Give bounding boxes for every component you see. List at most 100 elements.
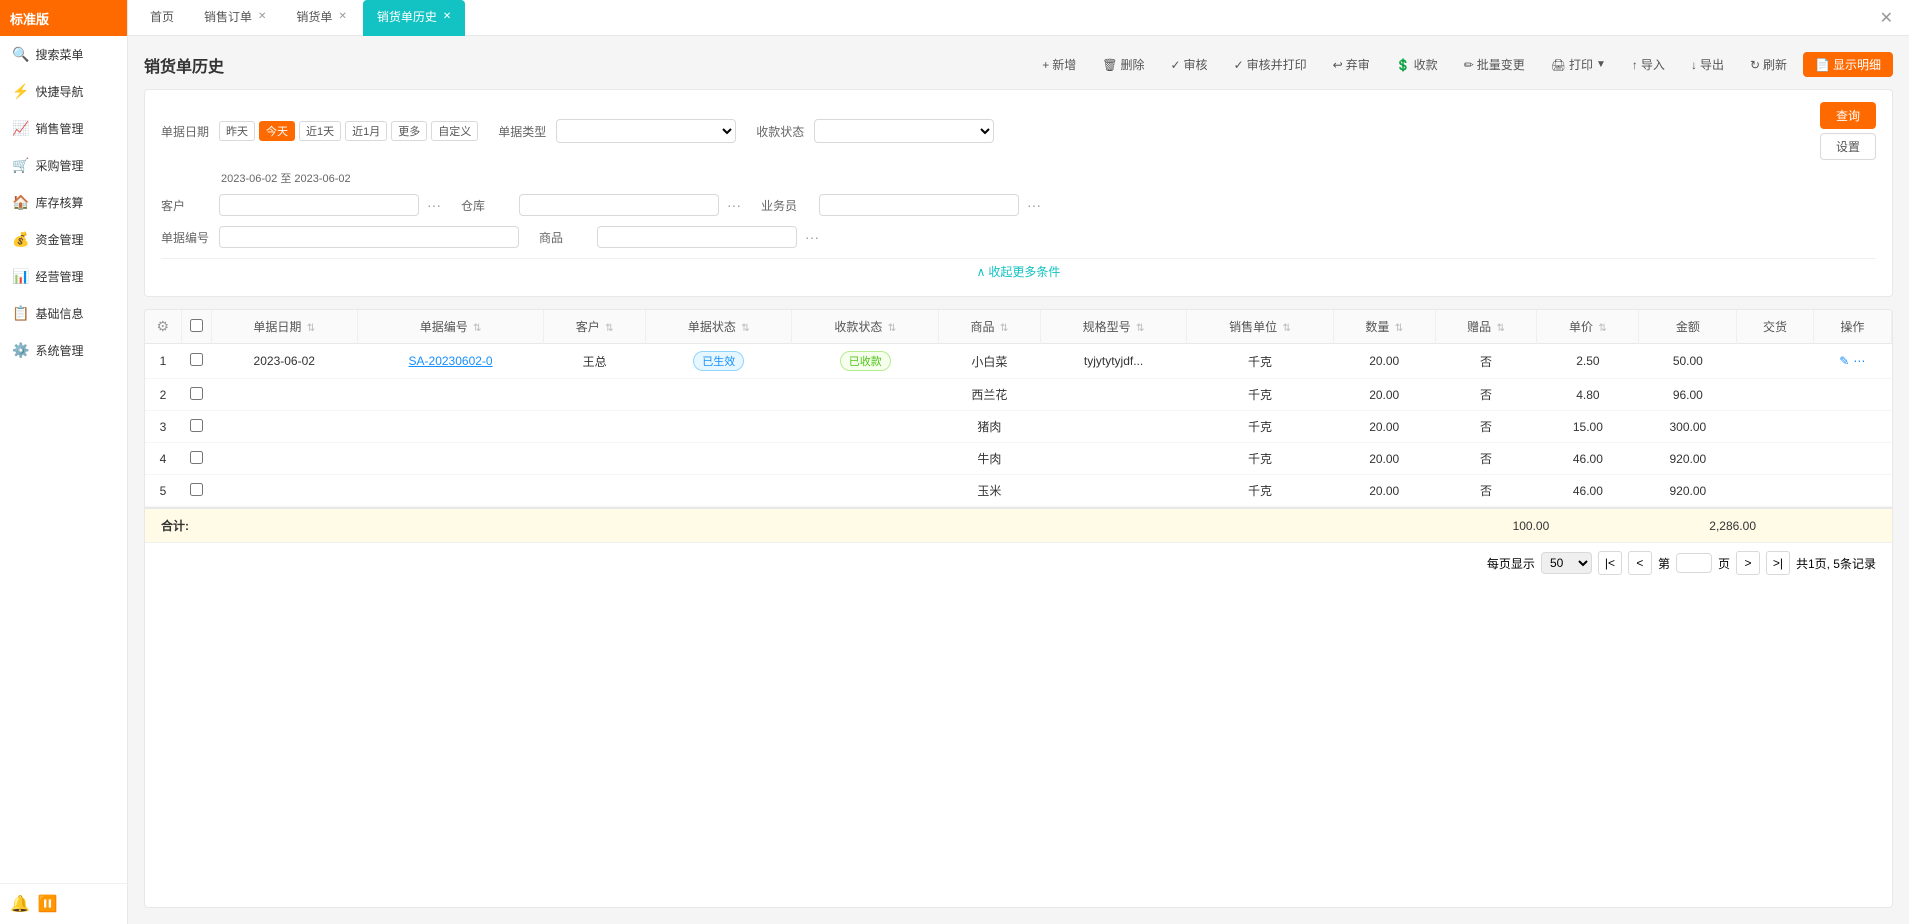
select-all-checkbox[interactable] bbox=[190, 319, 203, 332]
pay-status-select[interactable] bbox=[814, 119, 994, 143]
row-checkbox[interactable] bbox=[190, 353, 203, 366]
delete-button[interactable]: 🗑 删除 bbox=[1092, 52, 1154, 77]
col-doc-status[interactable]: 单据状态 ⇅ bbox=[646, 310, 792, 344]
table-section: ⚙ 单据日期 ⇅ 单据编号 ⇅ bbox=[144, 309, 1893, 908]
sidebar-item-basic-info[interactable]: 📋 基础信息 bbox=[0, 295, 127, 332]
content-area: 销货单历史 + 新增 🗑 删除 ✓ 审核 ✓ 审核并打印 bbox=[128, 36, 1909, 924]
last-page-btn[interactable]: >| bbox=[1766, 551, 1790, 575]
product-dots[interactable]: ··· bbox=[805, 229, 819, 245]
doc-number-input[interactable] bbox=[219, 226, 519, 248]
audit-print-button[interactable]: ✓ 审核并打印 bbox=[1224, 52, 1317, 77]
next-page-btn[interactable]: > bbox=[1736, 551, 1760, 575]
more-icon[interactable]: ⋯ bbox=[1853, 354, 1865, 368]
col-qty[interactable]: 数量 ⇅ bbox=[1333, 310, 1435, 344]
salesperson-input[interactable] bbox=[819, 194, 1019, 216]
audit-button[interactable]: ✓ 审核 bbox=[1160, 52, 1217, 77]
date-more-btn[interactable]: 更多 bbox=[391, 121, 427, 141]
date-today-btn[interactable]: 今天 bbox=[259, 121, 295, 141]
row-checkbox[interactable] bbox=[190, 387, 203, 400]
table-cell: 2023-06-02 bbox=[211, 344, 357, 379]
table-cell: 46.00 bbox=[1537, 475, 1639, 507]
show-detail-button[interactable]: 📄 显示明细 bbox=[1803, 52, 1893, 77]
col-customer[interactable]: 客户 ⇅ bbox=[544, 310, 646, 344]
col-date[interactable]: 单据日期 ⇅ bbox=[211, 310, 357, 344]
sidebar-item-label: 搜索菜单 bbox=[35, 46, 83, 63]
sidebar-item-label: 快捷导航 bbox=[35, 83, 83, 100]
customer-dots[interactable]: ··· bbox=[427, 197, 441, 213]
sidebar-item-sales-mgmt[interactable]: 📈 销售管理 bbox=[0, 110, 127, 147]
tab-sales-delivery[interactable]: 销货单 ✕ bbox=[282, 0, 360, 36]
close-tab-icon[interactable]: ✕ bbox=[443, 11, 451, 22]
close-tab-icon[interactable]: ✕ bbox=[338, 11, 346, 22]
sort-icon: ⇅ bbox=[1395, 323, 1403, 334]
col-price[interactable]: 单价 ⇅ bbox=[1537, 310, 1639, 344]
date-7days-btn[interactable]: 近1天 bbox=[299, 121, 341, 141]
import-button[interactable]: ↑ 导入 bbox=[1622, 52, 1675, 77]
sidebar-item-quick-nav[interactable]: ⚡ 快捷导航 bbox=[0, 73, 127, 110]
collect-button[interactable]: 💲 收款 bbox=[1386, 52, 1448, 77]
tab-sales-history[interactable]: 销货单历史 ✕ bbox=[363, 0, 465, 36]
pause-icon[interactable]: ⏸️ bbox=[38, 894, 58, 914]
abandon-button[interactable]: ↩ 弃审 bbox=[1323, 52, 1380, 77]
collapse-btn[interactable]: ∧ 收起更多条件 bbox=[161, 258, 1876, 284]
date-custom-btn[interactable]: 自定义 bbox=[431, 121, 478, 141]
salesperson-dots[interactable]: ··· bbox=[1027, 197, 1041, 213]
product-input[interactable] bbox=[597, 226, 797, 248]
table-cell: 1 bbox=[145, 344, 181, 379]
table-row: 12023-06-02SA-20230602-0王总已生效已收款小白菜tyjyt… bbox=[145, 344, 1892, 379]
row-checkbox[interactable] bbox=[190, 451, 203, 464]
row-checkbox[interactable] bbox=[190, 419, 203, 432]
purchase-icon: 🛒 bbox=[12, 157, 29, 174]
print-button[interactable]: 🖨 打印 ▼ bbox=[1541, 52, 1616, 77]
sidebar-item-ops[interactable]: 📊 经营管理 bbox=[0, 258, 127, 295]
prev-page-btn[interactable]: < bbox=[1628, 551, 1652, 575]
table-cell: 20.00 bbox=[1333, 344, 1435, 379]
date-1month-btn[interactable]: 近1月 bbox=[345, 121, 387, 141]
col-pay-status[interactable]: 收款状态 ⇅ bbox=[792, 310, 938, 344]
date-range-text: 2023-06-02 至 2023-06-02 bbox=[221, 170, 351, 186]
first-page-btn[interactable]: |< bbox=[1598, 551, 1622, 575]
new-button[interactable]: + 新增 bbox=[1032, 52, 1086, 77]
col-number[interactable]: 单据编号 ⇅ bbox=[357, 310, 543, 344]
col-settings[interactable]: ⚙ bbox=[145, 310, 181, 344]
col-spec[interactable]: 规格型号 ⇅ bbox=[1040, 310, 1186, 344]
sidebar-logo-text: 标准版 bbox=[10, 9, 49, 28]
settings-gear-icon[interactable]: ⚙ bbox=[156, 318, 169, 334]
sidebar-item-purchase-mgmt[interactable]: 🛒 采购管理 bbox=[0, 147, 127, 184]
table-cell bbox=[544, 411, 646, 443]
doc-number-link[interactable]: SA-20230602-0 bbox=[409, 354, 493, 368]
doc-type-select[interactable] bbox=[556, 119, 736, 143]
warehouse-input[interactable] bbox=[519, 194, 719, 216]
query-button[interactable]: 查询 bbox=[1820, 102, 1876, 129]
notification-icon[interactable]: 🔔 bbox=[10, 894, 30, 914]
sidebar-item-search-menu[interactable]: 🔍 搜索菜单 bbox=[0, 36, 127, 73]
export-button[interactable]: ↓ 导出 bbox=[1681, 52, 1734, 77]
edit-icon[interactable]: ✎ bbox=[1839, 354, 1849, 368]
table-cell: 3 bbox=[145, 411, 181, 443]
col-unit[interactable]: 销售单位 ⇅ bbox=[1187, 310, 1333, 344]
row-checkbox[interactable] bbox=[190, 483, 203, 496]
col-gift[interactable]: 赠品 ⇅ bbox=[1435, 310, 1537, 344]
tab-sales-order[interactable]: 销售订单 ✕ bbox=[190, 0, 280, 36]
sidebar-item-inventory[interactable]: 🏠 库存核算 bbox=[0, 184, 127, 221]
current-page-input[interactable]: 1 bbox=[1676, 553, 1712, 573]
table-header-row: ⚙ 单据日期 ⇅ 单据编号 ⇅ bbox=[145, 310, 1892, 344]
table-cell bbox=[357, 379, 543, 411]
sidebar-item-sys-mgmt[interactable]: ⚙️ 系统管理 bbox=[0, 332, 127, 369]
warehouse-dots[interactable]: ··· bbox=[727, 197, 741, 213]
close-tab-icon[interactable]: ✕ bbox=[258, 11, 266, 22]
table-row: 5玉米千克20.00否46.00920.00 bbox=[145, 475, 1892, 507]
warehouse-label: 仓库 bbox=[461, 197, 511, 214]
query-area: 查询 设置 bbox=[1820, 102, 1876, 160]
batch-change-button[interactable]: ✏ 批量变更 bbox=[1454, 52, 1535, 77]
page-size-select[interactable]: 50 100 200 bbox=[1541, 552, 1592, 574]
customer-input[interactable] bbox=[219, 194, 419, 216]
sidebar-item-finance[interactable]: 💰 资金管理 bbox=[0, 221, 127, 258]
filter-row-2: 客户 ··· 仓库 ··· 业务员 ··· bbox=[161, 194, 1876, 216]
settings-button[interactable]: 设置 bbox=[1820, 133, 1876, 160]
tab-home[interactable]: 首页 bbox=[136, 0, 188, 36]
date-yesterday-btn[interactable]: 昨天 bbox=[219, 121, 255, 141]
refresh-button[interactable]: ↻ 刷新 bbox=[1740, 52, 1797, 77]
col-product[interactable]: 商品 ⇅ bbox=[938, 310, 1040, 344]
close-all-tabs-icon[interactable]: ✕ bbox=[1872, 8, 1901, 28]
